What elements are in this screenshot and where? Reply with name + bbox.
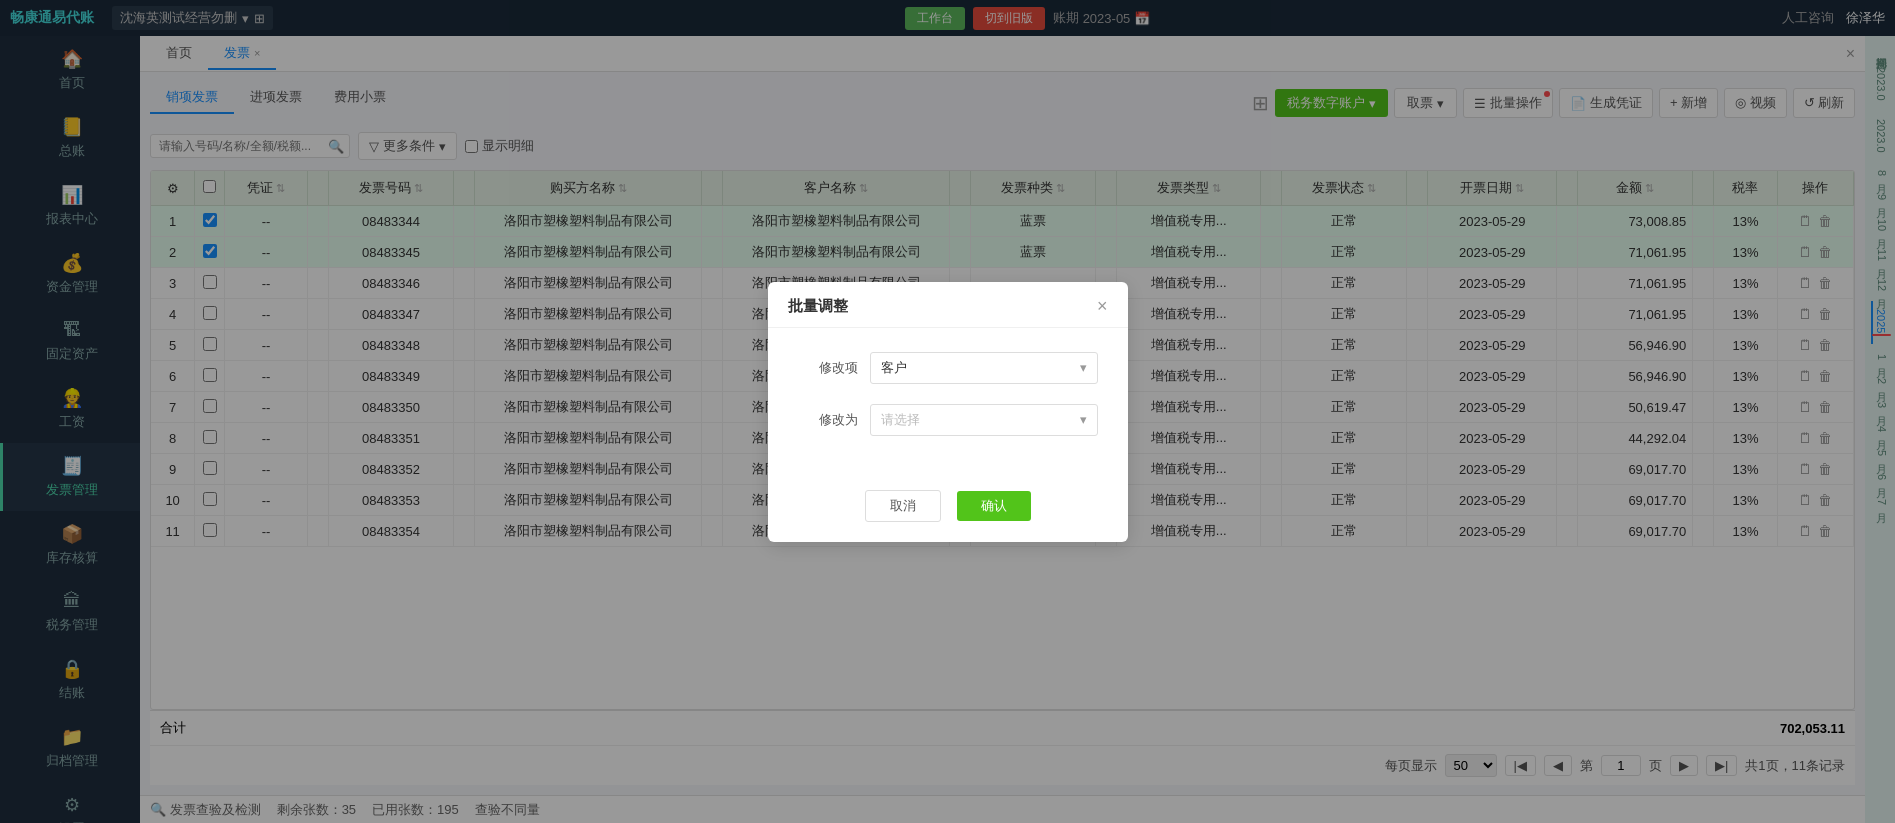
- modal-footer: 取消 确认: [768, 480, 1128, 542]
- modal-change-row: 修改为 请选择 ▾: [798, 404, 1098, 436]
- modal-change-label: 修改为: [798, 411, 858, 429]
- modal-overlay[interactable]: 批量调整 × 修改项 客户 ▾ 修改为 请选择 ▾ 取消 确认: [0, 0, 1895, 823]
- modal-change-placeholder: 请选择: [881, 411, 920, 429]
- batch-adjust-modal: 批量调整 × 修改项 客户 ▾ 修改为 请选择 ▾ 取消 确认: [768, 282, 1128, 542]
- modal-field-select[interactable]: 客户 ▾: [870, 352, 1098, 384]
- modal-confirm-button[interactable]: 确认: [957, 491, 1031, 521]
- modal-close-button[interactable]: ×: [1097, 296, 1108, 317]
- modal-cancel-button[interactable]: 取消: [865, 490, 941, 522]
- modal-body: 修改项 客户 ▾ 修改为 请选择 ▾: [768, 328, 1128, 480]
- modal-field-row: 修改项 客户 ▾: [798, 352, 1098, 384]
- modal-change-select[interactable]: 请选择 ▾: [870, 404, 1098, 436]
- modal-field-value: 客户: [881, 359, 907, 377]
- modal-title: 批量调整: [788, 297, 848, 316]
- modal-field-label: 修改项: [798, 359, 858, 377]
- modal-header: 批量调整 ×: [768, 282, 1128, 328]
- modal-field-arrow-icon: ▾: [1080, 360, 1087, 375]
- modal-change-arrow-icon: ▾: [1080, 412, 1087, 427]
